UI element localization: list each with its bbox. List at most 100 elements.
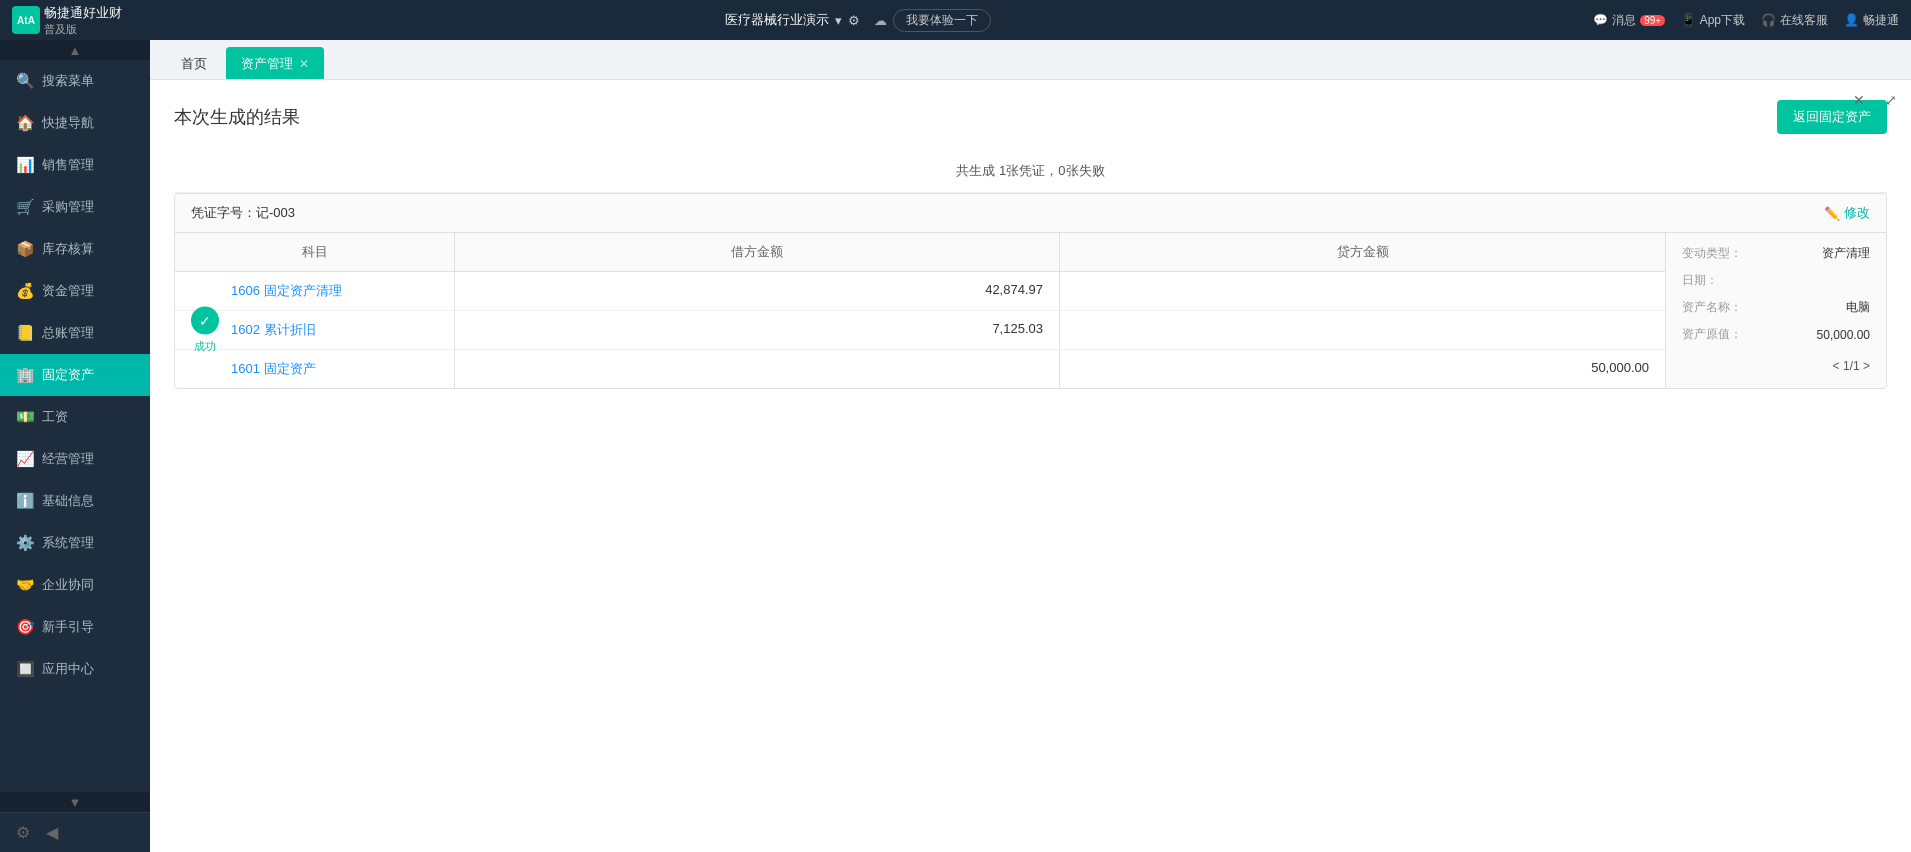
page-content: ✕ ⤢ 本次生成的结果 返回固定资产 共生成 1张凭证，0张失败 凭证字号：记-… (150, 80, 1911, 852)
next-icon[interactable]: > (1863, 359, 1870, 373)
collapse-icon[interactable]: ◀ (46, 823, 58, 842)
messages-btn[interactable]: 💬 消息 99+ (1593, 12, 1664, 29)
panel-controls: ✕ ⤢ (1847, 88, 1903, 112)
logo-title: 畅捷通好业财 (44, 4, 122, 22)
sidebar-label-operations: 经营管理 (42, 450, 94, 468)
main-layout: ▲ 🔍 搜索菜单 🏠 快捷导航 📊 销售管理 🛒 采购管理 📦 库存核算 (0, 40, 1911, 852)
online-service-btn[interactable]: 🎧 在线客服 (1761, 12, 1828, 29)
edit-label: 修改 (1844, 204, 1870, 222)
edit-icon: ✏️ (1824, 206, 1840, 221)
sidebar-label-ledger: 总账管理 (42, 324, 94, 342)
sidebar-label-purchase: 采购管理 (42, 198, 94, 216)
sidebar-item-system[interactable]: ⚙️ 系统管理 (0, 522, 150, 564)
row3-debit (455, 350, 1060, 388)
side-panel-pagination[interactable]: < 1/1 > (1682, 359, 1870, 373)
sidebar-item-payroll[interactable]: 💵 工资 (0, 396, 150, 438)
asset-name-label: 资产名称： (1682, 299, 1742, 316)
panel-expand-btn[interactable]: ⤢ (1879, 88, 1903, 112)
table-header: 科目 借方金额 贷方金额 (175, 233, 1665, 272)
sidebar-item-enterprise[interactable]: 🤝 企业协同 (0, 564, 150, 606)
sidebar-scroll-down[interactable]: ▼ (0, 792, 150, 812)
voucher-body: 科目 借方金额 贷方金额 ✓ 成功 (175, 233, 1886, 388)
side-panel: 变动类型： 资产清理 日期： 资产名称： 电脑 资产原值： (1666, 233, 1886, 388)
help-icon: ☁ (874, 13, 887, 28)
sidebar-item-purchase[interactable]: 🛒 采购管理 (0, 186, 150, 228)
col-debit: 借方金额 (455, 233, 1060, 271)
side-panel-date: 日期： (1682, 272, 1870, 289)
company-name[interactable]: 医疗器械行业演示 (725, 11, 829, 29)
sidebar-item-search[interactable]: 🔍 搜索菜单 (0, 60, 150, 102)
tab-home[interactable]: 首页 (166, 47, 222, 79)
sidebar-item-guide[interactable]: 🎯 新手引导 (0, 606, 150, 648)
edit-btn[interactable]: ✏️ 修改 (1824, 204, 1870, 222)
sidebar-item-sales[interactable]: 📊 销售管理 (0, 144, 150, 186)
col-subject: 科目 (175, 233, 455, 271)
app-center-icon: 🔲 (16, 660, 34, 678)
sidebar-item-fixed-assets[interactable]: 🏢 固定资产 (0, 354, 150, 396)
row2-credit (1060, 311, 1665, 349)
sidebar-label-search: 搜索菜单 (42, 72, 94, 90)
operations-icon: 📈 (16, 450, 34, 468)
basic-info-icon: ℹ️ (16, 492, 34, 510)
sidebar-label-payroll: 工资 (42, 408, 68, 426)
sidebar-item-inventory[interactable]: 📦 库存核算 (0, 228, 150, 270)
guide-icon: 🎯 (16, 618, 34, 636)
messages-label: 消息 (1612, 12, 1636, 29)
help-btn[interactable]: 我要体验一下 (893, 9, 991, 32)
row2-debit: 7,125.03 (455, 311, 1060, 349)
row3-credit: 50,000.00 (1060, 350, 1665, 388)
sidebar-label-funds: 资金管理 (42, 282, 94, 300)
sidebar-item-ledger[interactable]: 📒 总账管理 (0, 312, 150, 354)
fixed-assets-icon: 🏢 (16, 366, 34, 384)
sidebar-item-operations[interactable]: 📈 经营管理 (0, 438, 150, 480)
side-panel-change-type: 变动类型： 资产清理 (1682, 245, 1870, 262)
original-value-label: 资产原值： (1682, 326, 1742, 343)
dropdown-icon[interactable]: ▾ (835, 13, 842, 28)
success-indicator: ✓ 成功 (191, 307, 219, 354)
table-row: 1601 固定资产 50,000.00 (175, 350, 1665, 388)
page-header: 本次生成的结果 返回固定资产 (174, 100, 1887, 134)
sidebar-item-funds[interactable]: 💰 资金管理 (0, 270, 150, 312)
logo-icon: AtA (12, 6, 40, 34)
sales-icon: 📊 (16, 156, 34, 174)
user-avatar[interactable]: 👤 畅捷通 (1844, 12, 1899, 29)
change-type-label: 变动类型： (1682, 245, 1742, 262)
home-icon: 🏠 (16, 114, 34, 132)
original-value-value: 50,000.00 (1817, 328, 1870, 342)
service-icon: 🎧 (1761, 13, 1776, 27)
table-row: 1606 固定资产清理 42,874.97 (175, 272, 1665, 311)
avatar-icon: 👤 (1844, 13, 1859, 27)
message-badge: 99+ (1640, 15, 1664, 26)
panel-close-btn[interactable]: ✕ (1847, 88, 1871, 112)
topbar: AtA 畅捷通好业财 普及版 医疗器械行业演示 ▾ ⚙ ☁ 我要体验一下 💬 消… (0, 0, 1911, 40)
app-download-btn[interactable]: 📱 App下载 (1681, 12, 1745, 29)
sidebar: ▲ 🔍 搜索菜单 🏠 快捷导航 📊 销售管理 🛒 采购管理 📦 库存核算 (0, 40, 150, 852)
page-title: 本次生成的结果 (174, 105, 300, 129)
tab-close-btn[interactable]: ✕ (299, 57, 309, 71)
content-area: 首页 资产管理 ✕ ✕ ⤢ 本次生成的结果 返回固定资产 共生成 1张凭证，0张… (150, 40, 1911, 852)
sidebar-label-app-center: 应用中心 (42, 660, 94, 678)
download-icon: 📱 (1681, 13, 1696, 27)
sidebar-item-quick-nav[interactable]: 🏠 快捷导航 (0, 102, 150, 144)
sidebar-item-app-center[interactable]: 🔲 应用中心 (0, 648, 150, 690)
sidebar-item-basic-info[interactable]: ℹ️ 基础信息 (0, 480, 150, 522)
asset-name-value: 电脑 (1846, 299, 1870, 316)
table-body: ✓ 成功 1606 固定资产清理 42,874.97 (175, 272, 1665, 388)
date-label: 日期： (1682, 272, 1718, 289)
purchase-icon: 🛒 (16, 198, 34, 216)
pagination-text: 1/1 (1843, 359, 1863, 373)
row1-debit: 42,874.97 (455, 272, 1060, 310)
side-panel-asset-name: 资产名称： 电脑 (1682, 299, 1870, 316)
gear-icon[interactable]: ⚙ (848, 13, 860, 28)
tab-asset-management[interactable]: 资产管理 ✕ (226, 47, 324, 79)
settings-icon[interactable]: ⚙ (16, 823, 30, 842)
voucher-section: 凭证字号：记-003 ✏️ 修改 科目 借方金额 贷方金额 (174, 193, 1887, 389)
sidebar-label-sales: 销售管理 (42, 156, 94, 174)
app-logo: AtA 畅捷通好业财 普及版 (12, 4, 122, 37)
prev-icon[interactable]: < (1833, 359, 1840, 373)
sidebar-scroll-up[interactable]: ▲ (0, 40, 150, 60)
voucher-table: 科目 借方金额 贷方金额 ✓ 成功 (175, 233, 1666, 388)
ledger-icon: 📒 (16, 324, 34, 342)
funds-icon: 💰 (16, 282, 34, 300)
table-row: 1602 累计折旧 7,125.03 (175, 311, 1665, 350)
